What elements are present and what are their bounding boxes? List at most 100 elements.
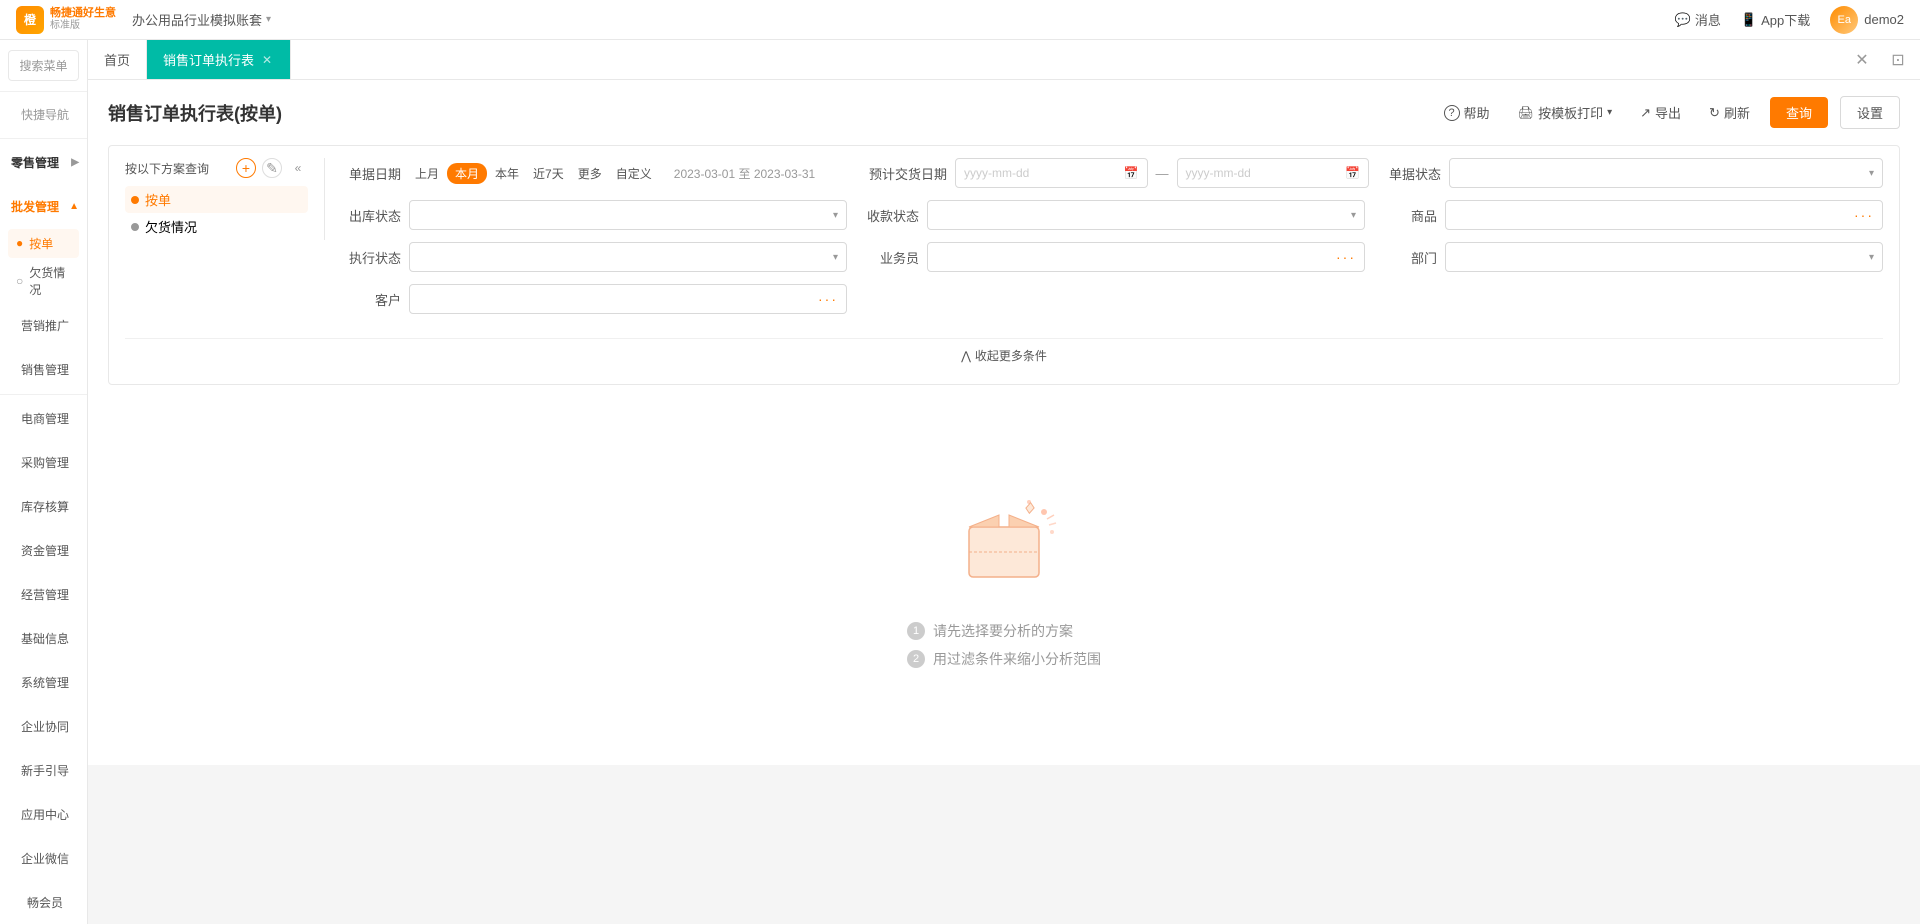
header-right: 💬 消息 📱 App下载 Ea demo2: [1675, 6, 1904, 34]
wholesale-sub-menu: ● 按单 ○ 欠货情况: [0, 229, 87, 304]
message-action[interactable]: 💬 消息: [1675, 10, 1721, 29]
chevron-down-icon: ▾: [833, 252, 838, 263]
document-status-select[interactable]: ▾: [1449, 158, 1883, 188]
expected-date-range: yyyy-mm-dd 📅 — yyyy-mm-dd 📅: [955, 158, 1369, 188]
date-tab-this-month[interactable]: 本月: [447, 163, 487, 184]
user-area[interactable]: Ea demo2: [1830, 6, 1904, 34]
print-button[interactable]: 🖨 按模板打印 ▾: [1510, 99, 1621, 126]
chevron-up-icon: ⋀: [961, 349, 971, 363]
empty-tip-2: 2 用过滤条件来缩小分析范围: [907, 649, 1101, 669]
empty-illustration: [944, 477, 1064, 597]
chevron-down-icon: ▾: [266, 14, 271, 25]
sidebar-item-basic[interactable]: 基础信息: [0, 616, 87, 660]
sidebar-item-orders[interactable]: ● 按单: [8, 229, 79, 258]
exec-status-select[interactable]: ▾: [409, 242, 847, 272]
chevron-down-icon: ▾: [1869, 168, 1874, 179]
restore-window-icon[interactable]: ⊡: [1884, 46, 1912, 74]
settings-button[interactable]: 设置: [1840, 96, 1900, 129]
filter-rows: 单据日期 上月 本月 本年 近7天 更多 自定义: [341, 158, 1883, 326]
tip-number-2: 2: [907, 650, 925, 668]
empty-state: 1 请先选择要分析的方案 2 用过滤条件来缩小分析范围: [108, 397, 1900, 749]
date-field: 单据日期 上月 本月 本年 近7天 更多 自定义: [341, 163, 855, 184]
department-select[interactable]: ▾: [1445, 242, 1883, 272]
filter-row-3: 客户 ···: [341, 284, 1883, 314]
department-label: 部门: [1377, 248, 1437, 267]
payment-status-select[interactable]: ▾: [927, 200, 1365, 230]
collapse-more-button[interactable]: ⋀ 收起更多条件: [949, 343, 1059, 368]
sidebar-item-retail[interactable]: 零售管理 ▶: [0, 141, 87, 185]
sidebar-item-operations[interactable]: 经营管理: [0, 572, 87, 616]
date-tab-last-month[interactable]: 上月: [409, 163, 445, 184]
sidebar-item-purchase[interactable]: 采购管理: [0, 440, 87, 484]
edit-icon: ✎: [266, 160, 278, 177]
tab-bar-actions: ✕ ⊡: [1848, 46, 1920, 74]
date-tab-more[interactable]: 更多: [572, 163, 608, 184]
sidebar-item-guide[interactable]: 新手引导: [0, 748, 87, 792]
divider: [0, 138, 87, 139]
sidebar-item-wholesale[interactable]: 批发管理 ▲: [0, 185, 87, 229]
sidebar-item-sales[interactable]: 销售管理: [0, 348, 87, 392]
avatar: Ea: [1830, 6, 1858, 34]
tab-bar: 首页 销售订单执行表 ✕ ✕ ⊡: [88, 40, 1920, 80]
app-download-action[interactable]: 📱 App下载: [1741, 10, 1810, 29]
ellipsis-icon: ···: [1336, 249, 1356, 265]
sidebar-item-appstore[interactable]: 应用中心: [0, 792, 87, 836]
empty-tip-1: 1 请先选择要分析的方案: [907, 621, 1101, 641]
sidebar-item-quick-nav: 快捷导航: [0, 92, 87, 136]
filter-area: 按以下方案查询 + ✎ «: [108, 145, 1900, 385]
circle-icon: [131, 223, 139, 231]
sidebar-item-cooperation[interactable]: 企业协同: [0, 704, 87, 748]
sidebar-item-system[interactable]: 系统管理: [0, 660, 87, 704]
page-header-actions: ? 帮助 🖨 按模板打印 ▾ ↗ 导出 ↻: [1436, 96, 1900, 129]
date-tab-last7days[interactable]: 近7天: [527, 163, 570, 184]
out-status-select[interactable]: ▾: [409, 200, 847, 230]
scheme-item-debts[interactable]: 欠货情况: [125, 213, 308, 240]
sidebar-item-wechat[interactable]: 企业微信: [0, 836, 87, 880]
close-window-icon[interactable]: ✕: [1848, 46, 1876, 74]
date-tab-this-year[interactable]: 本年: [489, 163, 525, 184]
tab-home[interactable]: 首页: [88, 40, 147, 79]
edit-scheme-button[interactable]: ✎: [262, 158, 282, 178]
chevron-down-icon: ▲: [69, 201, 79, 212]
content-area: 首页 销售订单执行表 ✕ ✕ ⊡ 销售订单执行表(按单) ?: [88, 40, 1920, 924]
page-inner: 销售订单执行表(按单) ? 帮助 🖨 按模板打印 ▾ ↗: [88, 80, 1920, 765]
export-button[interactable]: ↗ 导出: [1632, 99, 1689, 126]
customer-label: 客户: [341, 290, 401, 309]
sidebar-item-finance[interactable]: 资金管理: [0, 528, 87, 572]
tab-close-icon[interactable]: ✕: [260, 51, 274, 69]
expected-date-start[interactable]: yyyy-mm-dd 📅: [955, 158, 1148, 188]
ellipsis-icon: ···: [1854, 207, 1874, 223]
salesperson-input[interactable]: ···: [927, 242, 1365, 272]
document-status-field: 单据状态 ▾: [1381, 158, 1883, 188]
expected-date-end[interactable]: yyyy-mm-dd 📅: [1177, 158, 1370, 188]
goods-field: 商品 ···: [1377, 200, 1883, 230]
sidebar-item-ecommerce[interactable]: 电商管理: [0, 396, 87, 440]
collapse-scheme-button[interactable]: «: [288, 158, 308, 178]
company-selector[interactable]: 办公用品行业模拟账套 ▾: [124, 6, 279, 33]
filter-row-1: 出库状态 ▾ 收款状态 ▾: [341, 200, 1883, 230]
search-menu-button[interactable]: 搜索菜单: [8, 50, 79, 81]
filter-schemes: 按以下方案查询 + ✎ «: [125, 158, 325, 240]
date-tab-custom[interactable]: 自定义: [610, 163, 658, 184]
divider2: [0, 394, 87, 395]
tab-sales-table[interactable]: 销售订单执行表 ✕: [147, 40, 291, 79]
goods-label: 商品: [1377, 206, 1437, 225]
sidebar-item-member[interactable]: 畅会员: [0, 880, 87, 924]
refresh-button[interactable]: ↻ 刷新: [1701, 99, 1758, 126]
customer-input[interactable]: ···: [409, 284, 847, 314]
department-field: 部门 ▾: [1377, 242, 1883, 272]
scheme-item-orders[interactable]: 按单: [125, 186, 308, 213]
goods-input[interactable]: ···: [1445, 200, 1883, 230]
payment-status-label: 收款状态: [859, 206, 919, 225]
query-button[interactable]: 查询: [1770, 97, 1828, 128]
chevron-down-icon: ▾: [1869, 252, 1874, 263]
export-icon: ↗: [1640, 105, 1651, 121]
add-scheme-button[interactable]: +: [236, 158, 256, 178]
header-left: 橙 畅捷通好生意 标准版 办公用品行业模拟账套 ▾: [16, 6, 279, 34]
circle-icon: ○: [16, 274, 23, 288]
sidebar-item-inventory[interactable]: 库存核算: [0, 484, 87, 528]
sidebar-item-marketing[interactable]: 营销推广: [0, 304, 87, 348]
help-button[interactable]: ? 帮助: [1436, 99, 1498, 126]
page-header: 销售订单执行表(按单) ? 帮助 🖨 按模板打印 ▾ ↗: [108, 96, 1900, 129]
sidebar-item-debts[interactable]: ○ 欠货情况: [8, 258, 79, 304]
